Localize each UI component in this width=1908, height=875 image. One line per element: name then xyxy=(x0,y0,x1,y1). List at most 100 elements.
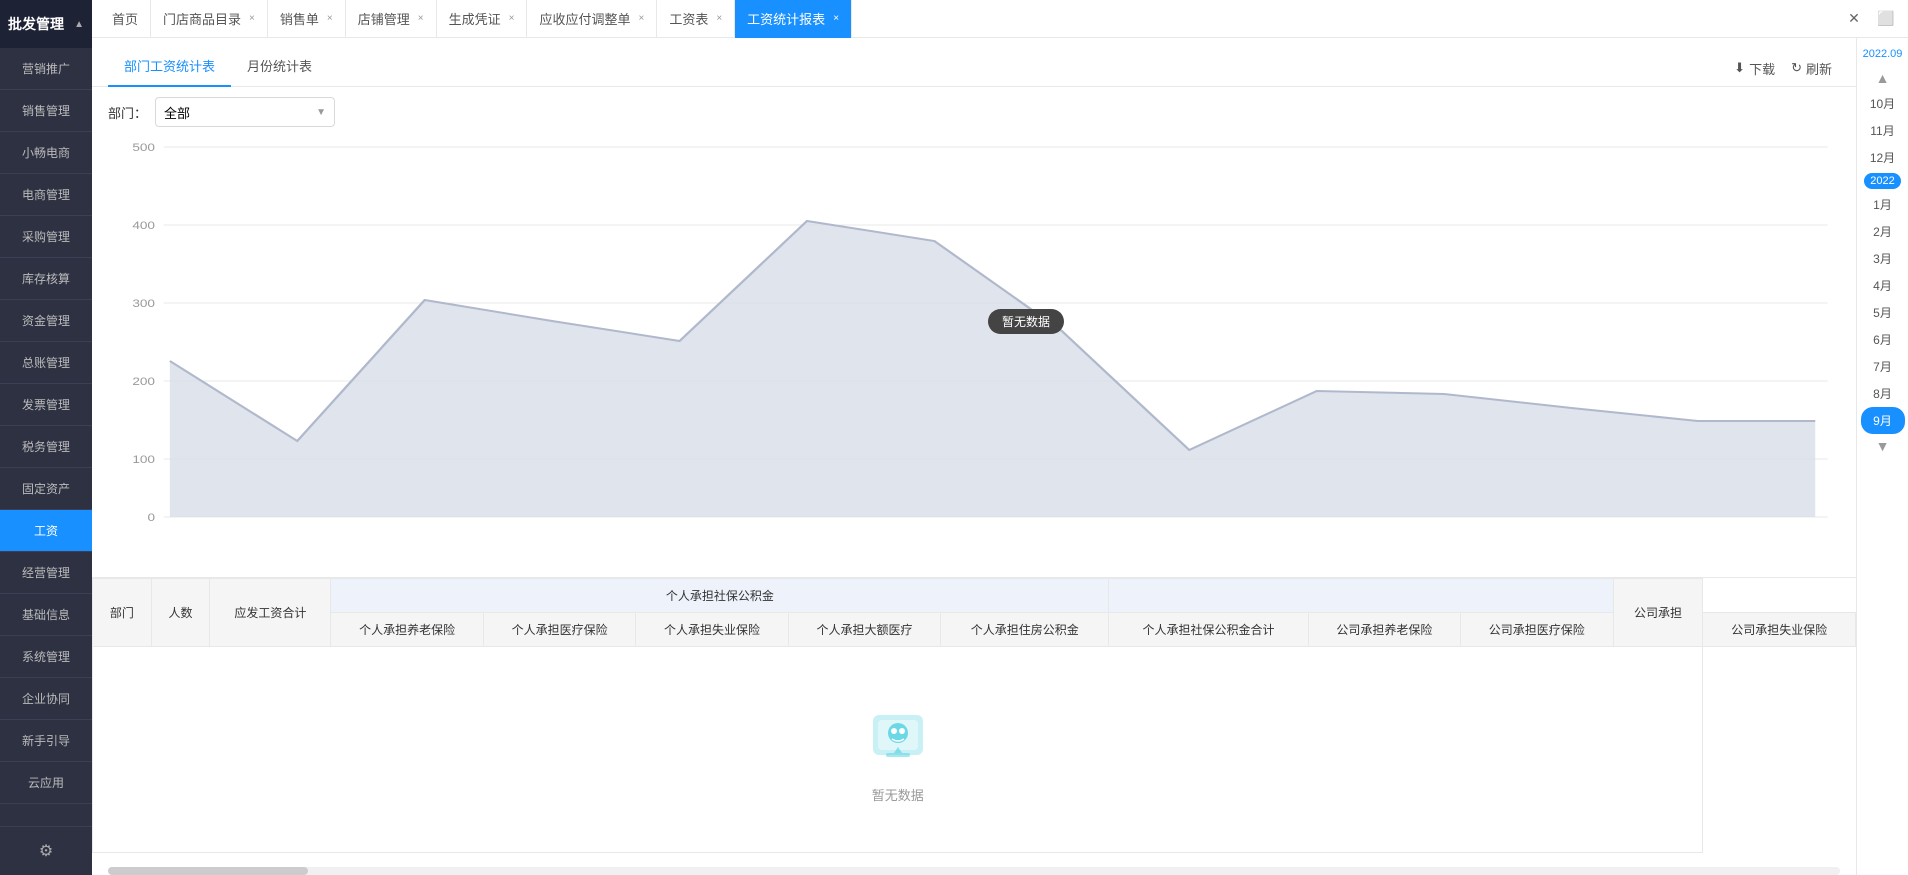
empty-state: 暂无数据 xyxy=(103,655,1692,844)
dept-select-value: 全部 xyxy=(164,103,190,122)
date-item-feb[interactable]: 2月 xyxy=(1861,218,1905,245)
sub-tab-month[interactable]: 月份统计表 xyxy=(231,50,328,87)
tab-首页[interactable]: 首页 xyxy=(100,0,151,38)
sidebar-item-企业协同[interactable]: 企业协同 xyxy=(0,678,92,720)
sidebar-item-新手引导[interactable]: 新手引导 xyxy=(0,720,92,762)
toolbar-left: 部门： 全部 ▼ xyxy=(108,97,335,127)
sidebar-arrow-icon: ▲ xyxy=(74,19,84,30)
tab-工资统计报表[interactable]: 工资统计报表× xyxy=(735,0,852,38)
th-company-unemployment: 公司承担失业保险 xyxy=(1703,613,1856,647)
tab-bar-right: ✕ ⬜ xyxy=(1840,5,1900,33)
sub-tab-dept[interactable]: 部门工资统计表 xyxy=(108,50,231,87)
tab-生成凭证[interactable]: 生成凭证× xyxy=(437,0,528,38)
scrollbar-thumb[interactable] xyxy=(108,867,308,875)
th-personal-housing: 个人承担住房公积金 xyxy=(941,613,1109,647)
sidebar-item-总账管理[interactable]: 总账管理 xyxy=(0,342,92,384)
area-chart: 0 100 200 300 400 500 xyxy=(108,137,1840,547)
download-button[interactable]: ⬇ 下载 xyxy=(1726,55,1783,82)
sidebar: 批发管理 ▲ 营销推广销售管理小畅电商电商管理采购管理库存核算资金管理总账管理发… xyxy=(0,0,92,875)
date-item-apr[interactable]: 4月 xyxy=(1861,272,1905,299)
sidebar-item-销售管理[interactable]: 销售管理 xyxy=(0,90,92,132)
th-company-pension: 公司承担养老保险 xyxy=(1308,613,1460,647)
tab-销售单[interactable]: 销售单× xyxy=(268,0,346,38)
th-personal-insurance: 个人承担社保公积金 xyxy=(331,579,1109,613)
download-icon: ⬇ xyxy=(1734,60,1745,76)
sidebar-item-营销推广[interactable]: 营销推广 xyxy=(0,48,92,90)
sidebar-footer-settings[interactable]: ⚙ xyxy=(0,826,92,875)
sidebar-item-经营管理[interactable]: 经营管理 xyxy=(0,552,92,594)
date-item-mar[interactable]: 3月 xyxy=(1861,245,1905,272)
date-nav-down[interactable]: ▼ xyxy=(1871,434,1895,458)
date-item-jun[interactable]: 6月 xyxy=(1861,326,1905,353)
th-company-extra: 公司承担 xyxy=(1613,579,1703,647)
empty-state-icon xyxy=(858,695,938,775)
no-data-bubble: 暂无数据 xyxy=(988,309,1064,334)
th-total-salary: 应发工资合计 xyxy=(210,579,331,647)
th-count: 人数 xyxy=(151,579,210,647)
th-personal-large-medical: 个人承担大额医疗 xyxy=(788,613,940,647)
tab-应收应付调整单[interactable]: 应收应付调整单× xyxy=(527,0,657,38)
date-item-nov[interactable]: 11月 xyxy=(1861,117,1905,144)
content-area: 部门工资统计表 月份统计表 ⬇ 下载 ↻ 刷新 部门： 全部 xyxy=(92,38,1908,875)
date-nav-up[interactable]: ▲ xyxy=(1871,66,1895,90)
svg-text:400: 400 xyxy=(132,219,155,231)
svg-text:300: 300 xyxy=(132,297,155,309)
th-company-insurance xyxy=(1109,579,1613,613)
date-year-2022[interactable]: 2022 xyxy=(1864,173,1900,189)
th-company-medical: 公司承担医疗保险 xyxy=(1461,613,1613,647)
chart-area: 0 100 200 300 400 500 暂无数据 xyxy=(92,137,1856,577)
th-personal-total: 个人承担社保公积金合计 xyxy=(1109,613,1308,647)
sidebar-item-系统管理[interactable]: 系统管理 xyxy=(0,636,92,678)
svg-text:200: 200 xyxy=(132,375,155,387)
th-personal-medical: 个人承担医疗保险 xyxy=(483,613,635,647)
tab-close-icon[interactable]: × xyxy=(509,13,515,24)
svg-text:0: 0 xyxy=(147,511,155,523)
sidebar-item-库存核算[interactable]: 库存核算 xyxy=(0,258,92,300)
date-item-aug[interactable]: 8月 xyxy=(1861,380,1905,407)
date-item-sep-active[interactable]: 9月 xyxy=(1861,407,1905,434)
sidebar-item-电商管理[interactable]: 电商管理 xyxy=(0,174,92,216)
dept-select[interactable]: 全部 ▼ xyxy=(155,97,335,127)
date-item-may[interactable]: 5月 xyxy=(1861,299,1905,326)
page-body: 部门工资统计表 月份统计表 ⬇ 下载 ↻ 刷新 部门： 全部 xyxy=(92,38,1856,875)
empty-text: 暂无数据 xyxy=(872,785,924,804)
th-personal-pension: 个人承担养老保险 xyxy=(331,613,483,647)
date-header[interactable]: 2022.09 xyxy=(1863,42,1903,66)
sidebar-item-发票管理[interactable]: 发票管理 xyxy=(0,384,92,426)
table-area[interactable]: 部门 人数 应发工资合计 个人承担社保公积金 公司承担 个人承担养老保险 个人承… xyxy=(92,577,1856,867)
th-dept: 部门 xyxy=(93,579,152,647)
sidebar-item-资金管理[interactable]: 资金管理 xyxy=(0,300,92,342)
sidebar-item-固定资产[interactable]: 固定资产 xyxy=(0,468,92,510)
tab-close-icon[interactable]: × xyxy=(833,13,839,24)
tab-close-icon[interactable]: × xyxy=(418,13,424,24)
dept-label: 部门： xyxy=(108,103,147,122)
tab-close-icon[interactable]: × xyxy=(249,13,255,24)
tab-close-icon[interactable]: × xyxy=(327,13,333,24)
svg-text:500: 500 xyxy=(132,141,155,153)
tab-门店商品目录[interactable]: 门店商品目录× xyxy=(151,0,268,38)
sidebar-header[interactable]: 批发管理 ▲ xyxy=(0,0,92,48)
sidebar-item-采购管理[interactable]: 采购管理 xyxy=(0,216,92,258)
settings-icon: ⚙ xyxy=(39,843,53,860)
tab-店铺管理[interactable]: 店铺管理× xyxy=(346,0,437,38)
tab-close-icon[interactable]: × xyxy=(716,13,722,24)
date-item-jan[interactable]: 1月 xyxy=(1861,191,1905,218)
sidebar-item-云应用[interactable]: 云应用 xyxy=(0,762,92,804)
horizontal-scrollbar[interactable] xyxy=(108,867,1840,875)
sidebar-item-税务管理[interactable]: 税务管理 xyxy=(0,426,92,468)
sidebar-item-小畅电商[interactable]: 小畅电商 xyxy=(0,132,92,174)
main-area: 首页门店商品目录×销售单×店铺管理×生成凭证×应收应付调整单×工资表×工资统计报… xyxy=(92,0,1908,875)
date-item-dec[interactable]: 12月 xyxy=(1861,144,1905,171)
date-item-jul[interactable]: 7月 xyxy=(1861,353,1905,380)
refresh-button[interactable]: ↻ 刷新 xyxy=(1783,55,1840,82)
sidebar-item-基础信息[interactable]: 基础信息 xyxy=(0,594,92,636)
tab-工资表[interactable]: 工资表× xyxy=(657,0,735,38)
tab-bar: 首页门店商品目录×销售单×店铺管理×生成凭证×应收应付调整单×工资表×工资统计报… xyxy=(92,0,1908,38)
date-item-oct[interactable]: 10月 xyxy=(1861,90,1905,117)
sidebar-item-工资[interactable]: 工资 xyxy=(0,510,92,552)
refresh-icon: ↻ xyxy=(1791,60,1802,76)
tab-expand-button[interactable]: ⬜ xyxy=(1872,5,1900,33)
chevron-down-icon: ▼ xyxy=(316,107,326,118)
tab-close-icon[interactable]: × xyxy=(638,13,644,24)
tab-close-button[interactable]: ✕ xyxy=(1840,5,1868,33)
